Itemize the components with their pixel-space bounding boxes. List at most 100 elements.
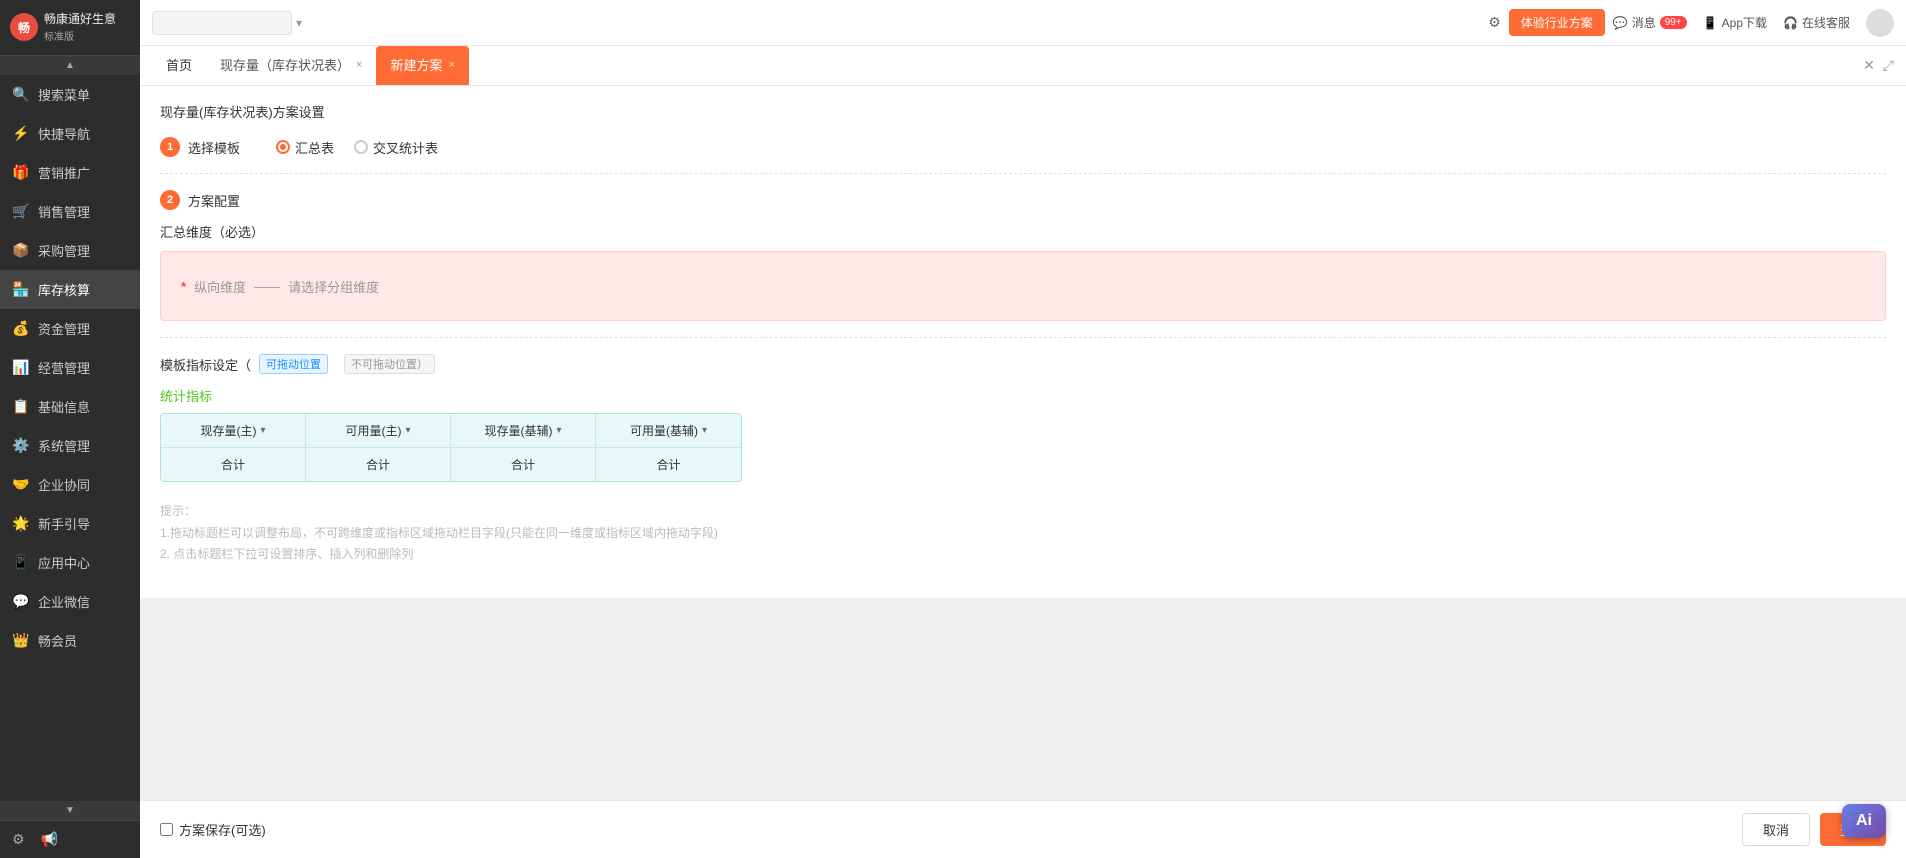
tab-new-scheme[interactable]: 新建方案 × bbox=[376, 46, 468, 85]
draggable-badge: 可拖动位置 bbox=[259, 354, 328, 374]
sidebar-item-label-newguide: 新手引导 bbox=[38, 514, 90, 533]
stat-col-value-0: 合计 bbox=[161, 448, 305, 481]
message-badge: 99+ bbox=[1660, 16, 1687, 29]
speaker-icon[interactable]: 📢 bbox=[41, 831, 58, 848]
sidebar-item-inventory[interactable]: 🏪 库存核算 bbox=[0, 270, 140, 309]
operation-icon: 📊 bbox=[12, 358, 30, 376]
sidebar-item-marketing[interactable]: 🎁 营销推广 bbox=[0, 153, 140, 192]
non-draggable-badge: 不可拖动位置） bbox=[344, 354, 435, 374]
sidebar-item-label-operation: 经营管理 bbox=[38, 358, 90, 377]
tab-inventory-close-icon[interactable]: × bbox=[356, 59, 362, 71]
topbar-search-area: ▾ bbox=[152, 11, 1480, 35]
user-avatar[interactable] bbox=[1866, 9, 1894, 37]
save-label: 方案保存(可选) bbox=[179, 820, 266, 839]
stat-col-value-1: 合计 bbox=[306, 448, 450, 481]
message-button[interactable]: 💬 消息 99+ bbox=[1613, 14, 1687, 31]
dimension-placeholder-text: 请选择分组维度 bbox=[288, 277, 379, 296]
tab-new-scheme-close-icon[interactable]: × bbox=[448, 59, 454, 71]
topbar-gear-icon[interactable]: ⚙ bbox=[1488, 14, 1501, 31]
tips-area: 提示： 1.拖动标题栏可以调整布局，不可跨维度或指标区域拖动栏目字段(只能在同一… bbox=[160, 501, 1886, 566]
marketing-icon: 🎁 bbox=[12, 163, 30, 181]
radio-cross-input[interactable] bbox=[354, 140, 368, 154]
radio-summary-input[interactable] bbox=[276, 140, 290, 154]
app-name-area: 畅康通好生意 标准版 bbox=[44, 12, 116, 43]
sidebar-item-search[interactable]: 🔍 搜索菜单 bbox=[0, 75, 140, 114]
topbar-search-input[interactable] bbox=[152, 11, 292, 35]
save-option: 方案保存(可选) bbox=[160, 820, 266, 839]
app-download-label: App下载 bbox=[1722, 14, 1767, 31]
stat-col-value-2: 合计 bbox=[451, 448, 595, 481]
tab-inventory[interactable]: 现存量（库存状况表） × bbox=[206, 46, 376, 85]
sidebar-item-label-marketing: 营销推广 bbox=[38, 163, 90, 182]
save-checkbox[interactable] bbox=[160, 823, 173, 836]
content-area: 现存量(库存状况表)方案设置 1 选择模板 汇总表 交叉统计表 bbox=[140, 86, 1906, 800]
sidebar-item-operation[interactable]: 📊 经营管理 bbox=[0, 348, 140, 387]
sidebar-item-label-search: 搜索菜单 bbox=[38, 85, 90, 104]
sidebar-item-enterprise[interactable]: 🤝 企业协同 bbox=[0, 465, 140, 504]
enterprise-icon: 🤝 bbox=[12, 475, 30, 493]
sidebar-item-basic[interactable]: 📋 基础信息 bbox=[0, 387, 140, 426]
tab-home[interactable]: 首页 bbox=[152, 46, 206, 85]
collapse-icon[interactable]: ✕ bbox=[1863, 57, 1875, 74]
radio-summary[interactable]: 汇总表 bbox=[276, 138, 334, 157]
sidebar-item-label-wechat: 企业微信 bbox=[38, 592, 90, 611]
sidebar-item-finance[interactable]: 💰 资金管理 bbox=[0, 309, 140, 348]
sidebar-item-sales[interactable]: 🛒 销售管理 bbox=[0, 192, 140, 231]
settings-icon[interactable]: ⚙ bbox=[12, 831, 25, 848]
topbar-dropdown-icon[interactable]: ▾ bbox=[296, 16, 302, 30]
sidebar-item-label-enterprise: 企业协同 bbox=[38, 475, 90, 494]
scroll-up-btn[interactable]: ▲ bbox=[0, 56, 140, 75]
newguide-icon: 🌟 bbox=[12, 514, 30, 532]
sidebar-item-quicknav[interactable]: ⚡ 快捷导航 bbox=[0, 114, 140, 153]
stat-table: 现存量(主) ▾ 合计 可用量(主) ▾ 合计 bbox=[160, 413, 742, 482]
headset-icon: 🎧 bbox=[1783, 16, 1798, 30]
section1-number: 1 bbox=[160, 137, 180, 157]
stat-col-dropdown-3[interactable]: ▾ bbox=[702, 425, 707, 436]
expand-icon[interactable]: ⤢ bbox=[1883, 57, 1894, 74]
dimension-placeholder: * 纵向维度 —— 请选择分组维度 bbox=[181, 277, 379, 296]
stat-col-0: 现存量(主) ▾ 合计 bbox=[161, 414, 306, 481]
section-template: 1 选择模板 汇总表 交叉统计表 bbox=[160, 137, 1886, 157]
sidebar: 畅 畅康通好生意 标准版 ▲ 🔍 搜索菜单 ⚡ 快捷导航 🎁 营销推广 🛒 销售… bbox=[0, 0, 140, 858]
dimension-area[interactable]: * 纵向维度 —— 请选择分组维度 bbox=[160, 251, 1886, 321]
sidebar-item-label-vip: 畅会员 bbox=[38, 631, 77, 650]
sidebar-item-purchase[interactable]: 📦 采购管理 bbox=[0, 231, 140, 270]
stat-col-value-3: 合计 bbox=[596, 448, 741, 481]
stat-col-header-3: 可用量(基辅) ▾ bbox=[596, 414, 741, 448]
radio-cross[interactable]: 交叉统计表 bbox=[354, 138, 438, 157]
page-title: 现存量(库存状况表)方案设置 bbox=[160, 102, 1886, 121]
section-config: 2 方案配置 汇总维度（必选） * 纵向维度 —— 请选择分组维度 模板指标设定… bbox=[160, 190, 1886, 566]
metric-settings-label: 模板指标设定（ 可拖动位置 不可拖动位置） bbox=[160, 354, 1886, 374]
sidebar-nav: 🔍 搜索菜单 ⚡ 快捷导航 🎁 营销推广 🛒 销售管理 📦 采购管理 🏪 库存核… bbox=[0, 75, 140, 801]
stat-col-label-1: 可用量(主) bbox=[345, 422, 401, 439]
main-area: ▾ ⚙ 体验行业方案 💬 消息 99+ 📱 App下载 🎧 在线客服 首页 bbox=[140, 0, 1906, 858]
sidebar-item-system[interactable]: ⚙️ 系统管理 bbox=[0, 426, 140, 465]
tips-title: 提示： bbox=[160, 504, 196, 518]
ai-button[interactable]: Ai bbox=[1842, 804, 1886, 838]
trial-button[interactable]: 体验行业方案 bbox=[1509, 9, 1605, 36]
online-service-button[interactable]: 🎧 在线客服 bbox=[1783, 14, 1850, 31]
sidebar-item-label-appcenter: 应用中心 bbox=[38, 553, 90, 572]
required-mark: * bbox=[181, 279, 186, 294]
section-divider-1 bbox=[160, 173, 1886, 174]
sidebar-item-appcenter[interactable]: 📱 应用中心 bbox=[0, 543, 140, 582]
radio-summary-label: 汇总表 bbox=[295, 138, 334, 157]
stat-col-dropdown-1[interactable]: ▾ bbox=[405, 425, 410, 436]
footer: 方案保存(可选) 取消 查询 bbox=[140, 800, 1906, 858]
stat-col-label-0: 现存量(主) bbox=[200, 422, 256, 439]
cancel-button[interactable]: 取消 bbox=[1742, 813, 1810, 846]
stat-col-dropdown-0[interactable]: ▾ bbox=[260, 425, 265, 436]
app-logo-icon: 畅 bbox=[10, 13, 38, 41]
sidebar-item-vip[interactable]: 👑 畅会员 bbox=[0, 621, 140, 660]
quicknav-icon: ⚡ bbox=[12, 124, 30, 142]
app-download-button[interactable]: 📱 App下载 bbox=[1703, 14, 1767, 31]
stat-col-dropdown-2[interactable]: ▾ bbox=[556, 425, 561, 436]
section-divider-2 bbox=[160, 337, 1886, 338]
scroll-down-btn[interactable]: ▼ bbox=[0, 801, 140, 820]
sidebar-item-wechat[interactable]: 💬 企业微信 bbox=[0, 582, 140, 621]
stat-table-header: 现存量(主) ▾ 合计 可用量(主) ▾ 合计 bbox=[161, 414, 741, 481]
tab-home-label: 首页 bbox=[166, 55, 192, 74]
sidebar-item-newguide[interactable]: 🌟 新手引导 bbox=[0, 504, 140, 543]
stat-col-label-3: 可用量(基辅) bbox=[630, 422, 698, 439]
sidebar-item-label-sales: 销售管理 bbox=[38, 202, 90, 221]
